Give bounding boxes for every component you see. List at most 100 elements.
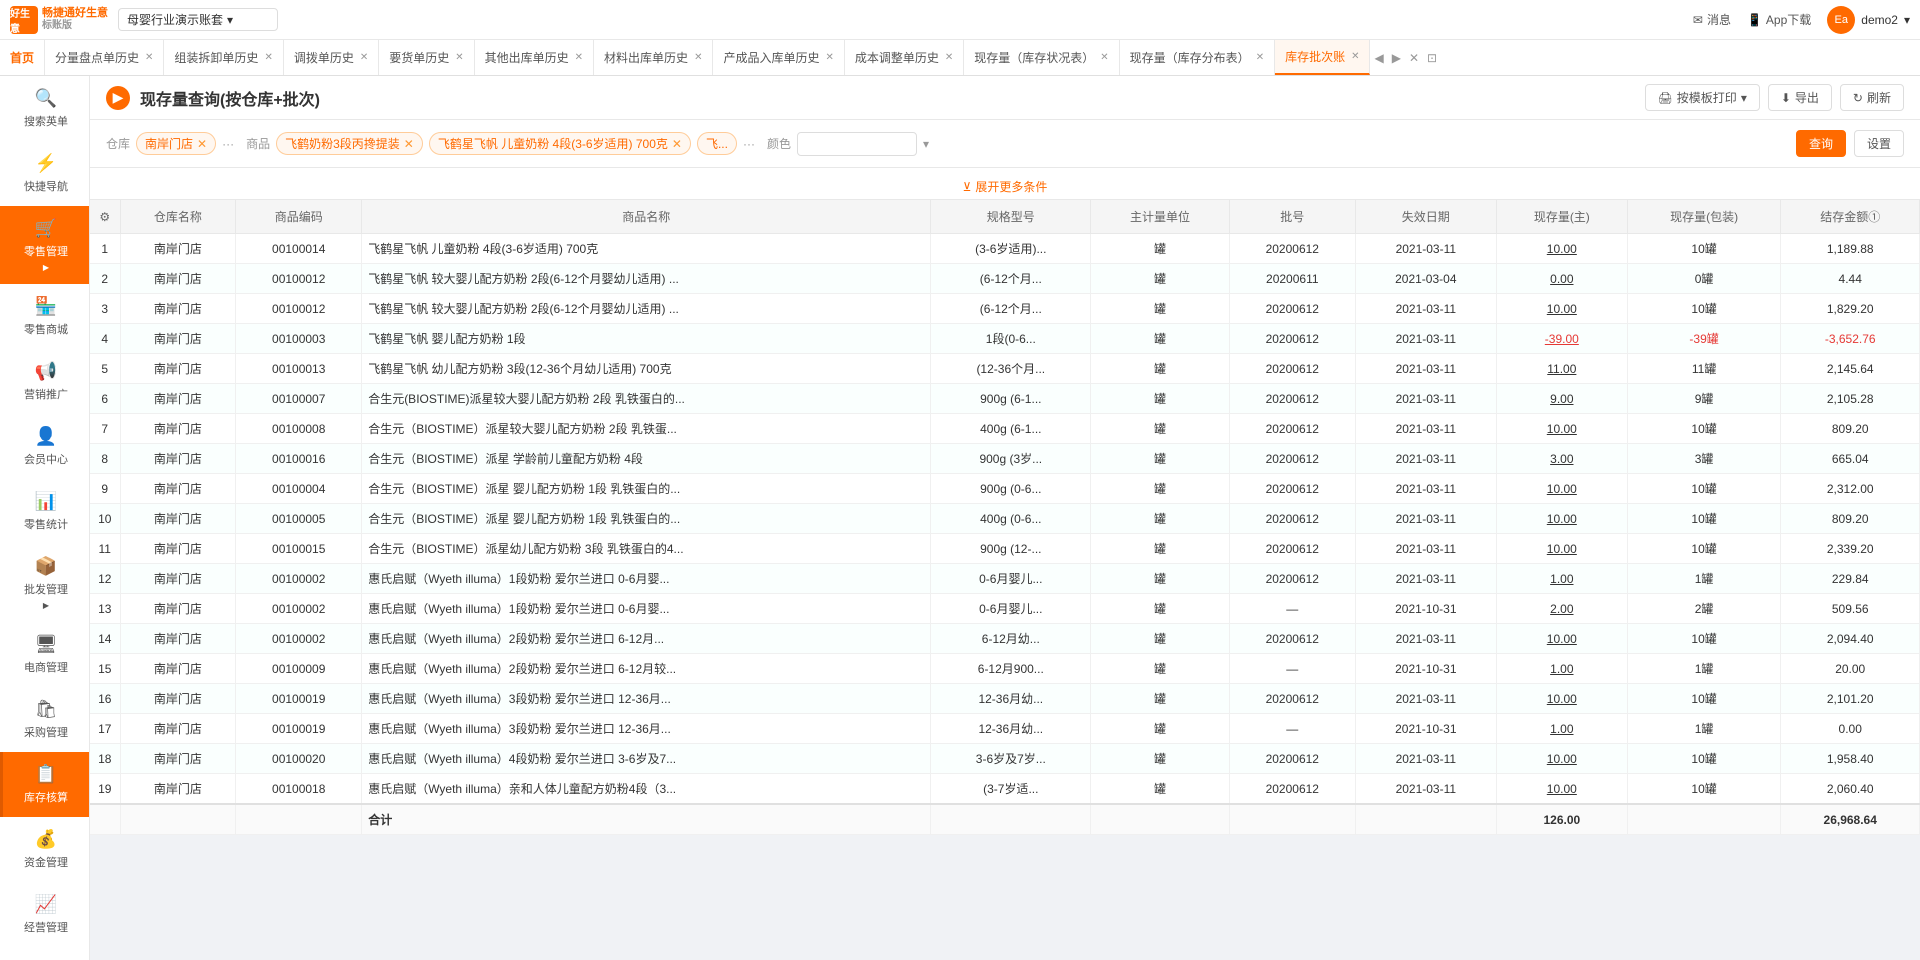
close-icon[interactable]: ✕	[455, 52, 463, 63]
chevron-down-icon: ⊻	[963, 180, 972, 194]
expand-sidebar-btn[interactable]: ▶	[106, 86, 130, 110]
cell-amount: 509.56	[1781, 594, 1920, 624]
product-tag-1[interactable]: 飞鹤奶粉3段丙搀提装 ✕	[276, 132, 423, 155]
cell-qty-pack: 10罐	[1627, 624, 1781, 654]
close-icon[interactable]: ✕	[1351, 51, 1359, 62]
cell-qty-main[interactable]: 10.00	[1496, 234, 1627, 264]
expand-more-btn[interactable]: ⊻ 展开更多条件	[963, 178, 1048, 195]
cell-qty-main[interactable]: 11.00	[1496, 354, 1627, 384]
th-qty-main: 现存量(主)	[1496, 200, 1627, 234]
cell-qty-main[interactable]: 10.00	[1496, 414, 1627, 444]
tab-qitachuku[interactable]: 其他出库单历史 ✕	[475, 40, 594, 75]
close-icon[interactable]: ✕	[945, 52, 953, 63]
close-icon[interactable]: ✕	[145, 52, 153, 63]
tag-close-icon[interactable]: ✕	[404, 137, 414, 151]
sidebar-item-ecommerce[interactable]: 🖥 电商管理	[0, 622, 89, 687]
close-icon[interactable]: ✕	[825, 52, 833, 63]
tag-close-icon[interactable]: ✕	[197, 137, 207, 151]
cell-qty-main[interactable]: 1.00	[1496, 714, 1627, 744]
tab-zuzhuangchaijie[interactable]: 组装拆卸单历史 ✕	[164, 40, 283, 75]
close-icon[interactable]: ✕	[360, 52, 368, 63]
refresh-btn[interactable]: ↻ 刷新	[1840, 84, 1904, 111]
table-row: 1 南岸门店 00100014 飞鹤星飞帆 儿童奶粉 4段(3-6岁适用) 70…	[90, 234, 1920, 264]
tab-kupizhici[interactable]: 库存批次账 ✕	[1275, 40, 1370, 75]
sidebar-item-wholesale[interactable]: 📦 批发管理 ▶	[0, 544, 89, 622]
close-icon[interactable]: ✕	[264, 52, 272, 63]
cell-qty-main[interactable]: 10.00	[1496, 534, 1627, 564]
cell-qty-pack: 10罐	[1627, 534, 1781, 564]
cell-qty-main[interactable]: 10.00	[1496, 294, 1627, 324]
tab-chengbentiaoji[interactable]: 成本调整单历史 ✕	[845, 40, 964, 75]
print-label: 按模板打印	[1677, 89, 1737, 106]
cell-name: 飞鹤星飞帆 较大婴儿配方奶粉 2段(6-12个月婴幼儿适用) ...	[362, 294, 931, 324]
sidebar-item-inventory[interactable]: 📋 库存核算	[0, 752, 89, 817]
cell-warehouse: 南岸门店	[120, 594, 236, 624]
cell-qty-main[interactable]: 10.00	[1496, 774, 1627, 805]
product-tag-more[interactable]: 飞...	[697, 132, 737, 155]
sidebar-item-purchase[interactable]: 🛍 采购管理	[0, 687, 89, 752]
user-area[interactable]: Ea demo2 ▾	[1827, 6, 1910, 34]
tab-kuzhuangkuang[interactable]: 现存量（库存状况表） ✕	[964, 40, 1119, 75]
product-tag-text: 飞鹤奶粉3段丙搀提装	[285, 135, 400, 152]
tab-chanpin[interactable]: 产成品入库单历史 ✕	[713, 40, 844, 75]
org-selector[interactable]: 母婴行业演示账套 ▾	[118, 8, 278, 31]
cell-qty-main[interactable]: 2.00	[1496, 594, 1627, 624]
logo: 好生意 畅捷通好生意 标账版	[10, 6, 108, 34]
sidebar-item-retail[interactable]: 🛒 零售管理 ▶	[0, 206, 89, 284]
cell-qty-pack: 10罐	[1627, 414, 1781, 444]
tab-close-all-btn[interactable]: ✕	[1405, 51, 1423, 65]
cell-qty-main[interactable]: 0.00	[1496, 264, 1627, 294]
sidebar-item-marketing[interactable]: 📢 营销推广	[0, 349, 89, 414]
sidebar-item-store[interactable]: 🏪 零售商城	[0, 284, 89, 349]
cell-qty-main[interactable]: 10.00	[1496, 504, 1627, 534]
close-icon[interactable]: ✕	[575, 52, 583, 63]
cell-qty-main[interactable]: 10.00	[1496, 474, 1627, 504]
tab-maximize-btn[interactable]: ⊡	[1423, 51, 1441, 65]
sidebar-item-stats[interactable]: 📊 零售统计	[0, 479, 89, 544]
export-btn[interactable]: ⬇ 导出	[1768, 84, 1832, 111]
filter-more-dots[interactable]: ···	[222, 137, 234, 151]
app-download-btn[interactable]: 📱 App下载	[1747, 11, 1811, 28]
sidebar-item-quicknav[interactable]: ⚡ 快捷导航	[0, 141, 89, 206]
query-btn[interactable]: 查询	[1796, 130, 1846, 157]
cell-qty-main[interactable]: 3.00	[1496, 444, 1627, 474]
tab-cailiao[interactable]: 材料出库单历史 ✕	[594, 40, 713, 75]
cell-qty-main[interactable]: 10.00	[1496, 624, 1627, 654]
cell-qty-main[interactable]: 10.00	[1496, 744, 1627, 774]
cell-spec: 6-12月900...	[931, 654, 1091, 684]
cell-expire: 2021-03-11	[1355, 744, 1496, 774]
sidebar-item-ops[interactable]: 📈 经营管理	[0, 882, 89, 947]
settings-btn[interactable]: 设置	[1854, 130, 1904, 157]
close-icon[interactable]: ✕	[1100, 52, 1108, 63]
cell-qty-main[interactable]: 9.00	[1496, 384, 1627, 414]
cell-qty-main[interactable]: 10.00	[1496, 684, 1627, 714]
warehouse-tag-1[interactable]: 南岸门店 ✕	[136, 132, 216, 155]
cell-qty-main[interactable]: 1.00	[1496, 564, 1627, 594]
sidebar-item-finance[interactable]: 💰 资金管理	[0, 817, 89, 882]
cell-qty-main[interactable]: -39.00	[1496, 324, 1627, 354]
tab-next-btn[interactable]: ▶	[1388, 51, 1405, 65]
close-icon[interactable]: ✕	[1256, 52, 1264, 63]
cell-name: 合生元（BIOSTIME）派星 学龄前儿童配方奶粉 4段	[362, 444, 931, 474]
filter-more-dots2[interactable]: ···	[743, 137, 755, 151]
th-settings[interactable]: ⚙	[90, 200, 120, 234]
tab-home[interactable]: 首页	[0, 40, 45, 75]
sidebar-item-members[interactable]: 👤 会员中心	[0, 414, 89, 479]
sidebar-item-basic[interactable]: 📁 基础信息	[0, 947, 89, 960]
cell-no: 2	[90, 264, 120, 294]
color-input[interactable]	[797, 132, 917, 156]
cell-qty-main[interactable]: 1.00	[1496, 654, 1627, 684]
tab-kufenbu[interactable]: 现存量（库存分布表） ✕	[1120, 40, 1275, 75]
print-btn[interactable]: 🖨 按模板打印 ▾	[1645, 84, 1760, 111]
tab-prev-btn[interactable]: ◀	[1370, 51, 1387, 65]
th-unit: 主计量单位	[1091, 200, 1230, 234]
tab-fenliangpandian[interactable]: 分量盘点单历史 ✕	[45, 40, 164, 75]
tag-close-icon[interactable]: ✕	[672, 137, 682, 151]
app-sub: 标账版	[42, 20, 108, 32]
tab-yaohuo[interactable]: 要货单历史 ✕	[379, 40, 474, 75]
sidebar-item-search[interactable]: 🔍 搜索英单	[0, 76, 89, 141]
close-icon[interactable]: ✕	[694, 52, 702, 63]
message-btn[interactable]: ✉ 消息	[1693, 11, 1731, 28]
tab-diaobodanl[interactable]: 调拨单历史 ✕	[284, 40, 379, 75]
product-tag-2[interactable]: 飞鹤星飞帆 儿童奶粉 4段(3-6岁适用) 700克 ✕	[429, 132, 691, 155]
